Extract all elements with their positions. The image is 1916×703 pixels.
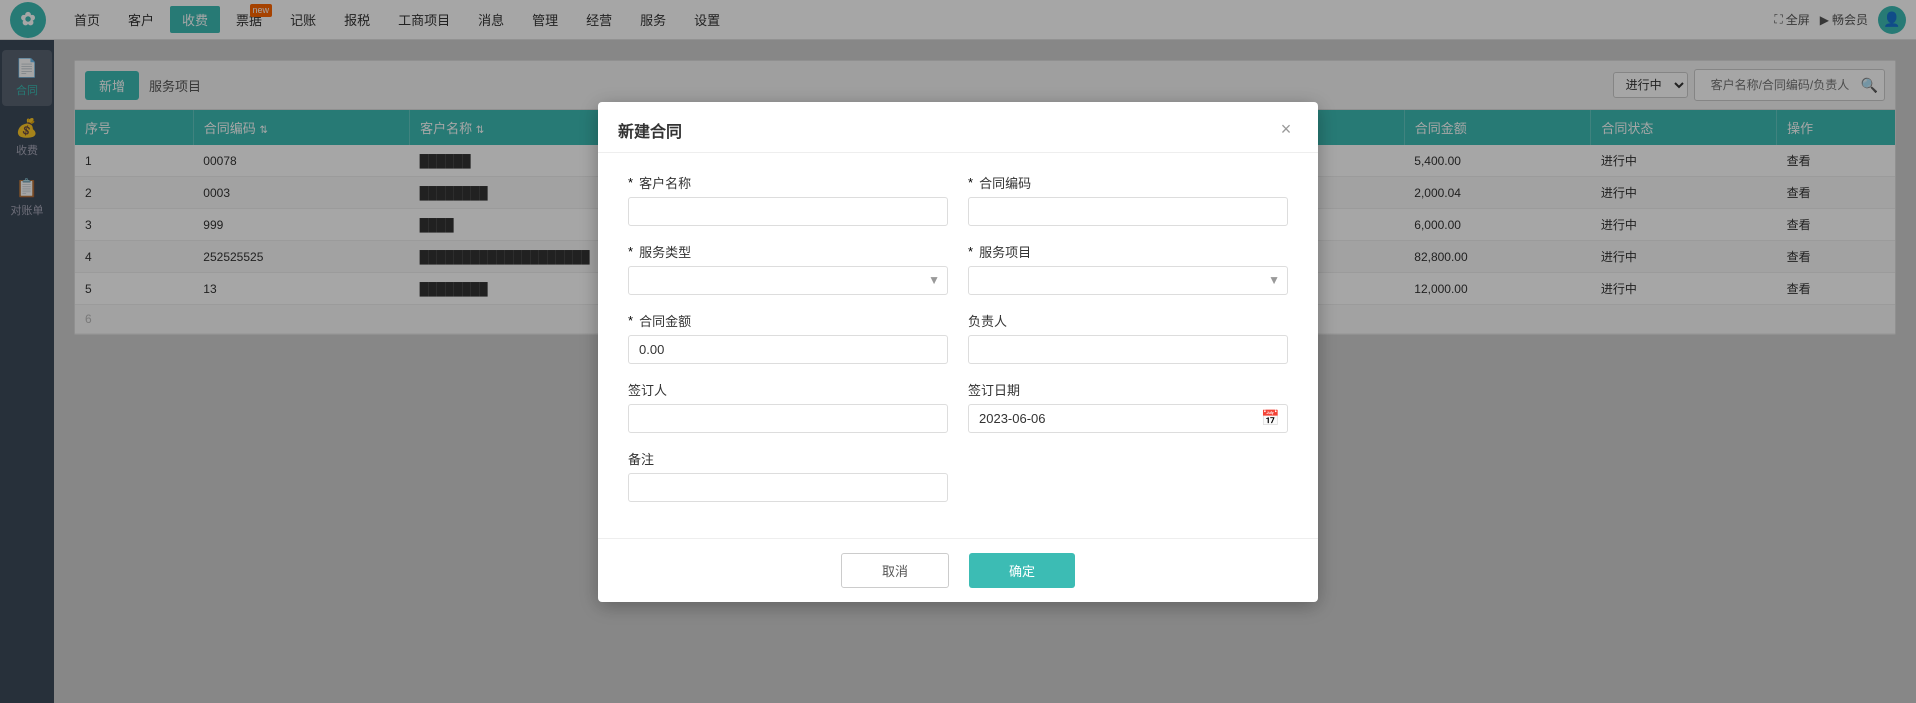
confirm-button[interactable]: 确定 <box>969 553 1075 588</box>
customer-name-input[interactable] <box>628 197 948 226</box>
contract-code-label: 合同编码 <box>979 173 1031 192</box>
field-contract-code: * 合同编码 <box>968 173 1288 226</box>
sign-date-label-row: 签订日期 <box>968 380 1288 399</box>
customer-name-label: 客户名称 <box>639 173 691 192</box>
modal-overlay: 新建合同 × * 客户名称 * 合同编码 <box>0 0 1916 703</box>
form-row-2: * 服务类型 ▼ * 服务项目 ▼ <box>628 242 1288 295</box>
service-item-label-row: * 服务项目 <box>968 242 1288 261</box>
contract-amount-label-row: * 合同金额 <box>628 311 948 330</box>
contract-amount-input[interactable] <box>628 335 948 364</box>
field-service-type: * 服务类型 ▼ <box>628 242 948 295</box>
form-row-4: 签订人 签订日期 📅 <box>628 380 1288 433</box>
modal-footer: 取消 确定 <box>598 538 1318 602</box>
form-row-5: 备注 <box>628 449 1288 502</box>
signer-label: 签订人 <box>628 380 667 399</box>
customer-name-label-row: * 客户名称 <box>628 173 948 192</box>
cancel-button[interactable]: 取消 <box>841 553 949 588</box>
remark-label: 备注 <box>628 449 654 468</box>
contract-code-input[interactable] <box>968 197 1288 226</box>
modal-header: 新建合同 × <box>598 102 1318 153</box>
required-star-code: * <box>968 175 973 190</box>
signer-label-row: 签订人 <box>628 380 948 399</box>
field-signer: 签订人 <box>628 380 948 433</box>
field-customer-name: * 客户名称 <box>628 173 948 226</box>
contract-amount-label: 合同金额 <box>639 311 691 330</box>
service-type-label-row: * 服务类型 <box>628 242 948 261</box>
contract-code-label-row: * 合同编码 <box>968 173 1288 192</box>
service-type-label: 服务类型 <box>639 242 691 261</box>
responsible-input[interactable] <box>968 335 1288 364</box>
responsible-label: 负责人 <box>968 311 1007 330</box>
service-item-select-wrap: ▼ <box>968 266 1288 295</box>
field-responsible: 负责人 <box>968 311 1288 364</box>
service-type-select[interactable] <box>628 266 948 295</box>
sign-date-input[interactable] <box>968 404 1288 433</box>
form-row-3: * 合同金额 负责人 <box>628 311 1288 364</box>
sign-date-label: 签订日期 <box>968 380 1020 399</box>
required-star-service-item: * <box>968 244 973 259</box>
field-remark: 备注 <box>628 449 948 502</box>
field-service-item: * 服务项目 ▼ <box>968 242 1288 295</box>
service-type-select-wrap: ▼ <box>628 266 948 295</box>
remark-label-row: 备注 <box>628 449 948 468</box>
field-contract-amount: * 合同金额 <box>628 311 948 364</box>
required-star-customer: * <box>628 175 633 190</box>
responsible-label-row: 负责人 <box>968 311 1288 330</box>
new-contract-modal: 新建合同 × * 客户名称 * 合同编码 <box>598 102 1318 602</box>
modal-body: * 客户名称 * 合同编码 * <box>598 153 1318 538</box>
signer-input[interactable] <box>628 404 948 433</box>
modal-close-button[interactable]: × <box>1274 118 1298 142</box>
service-item-label: 服务项目 <box>979 242 1031 261</box>
form-row-1: * 客户名称 * 合同编码 <box>628 173 1288 226</box>
sign-date-wrap: 📅 <box>968 404 1288 433</box>
remark-input[interactable] <box>628 473 948 502</box>
required-star-amount: * <box>628 313 633 328</box>
modal-title: 新建合同 <box>618 118 682 142</box>
field-sign-date: 签订日期 📅 <box>968 380 1288 433</box>
service-item-select[interactable] <box>968 266 1288 295</box>
required-star-service-type: * <box>628 244 633 259</box>
